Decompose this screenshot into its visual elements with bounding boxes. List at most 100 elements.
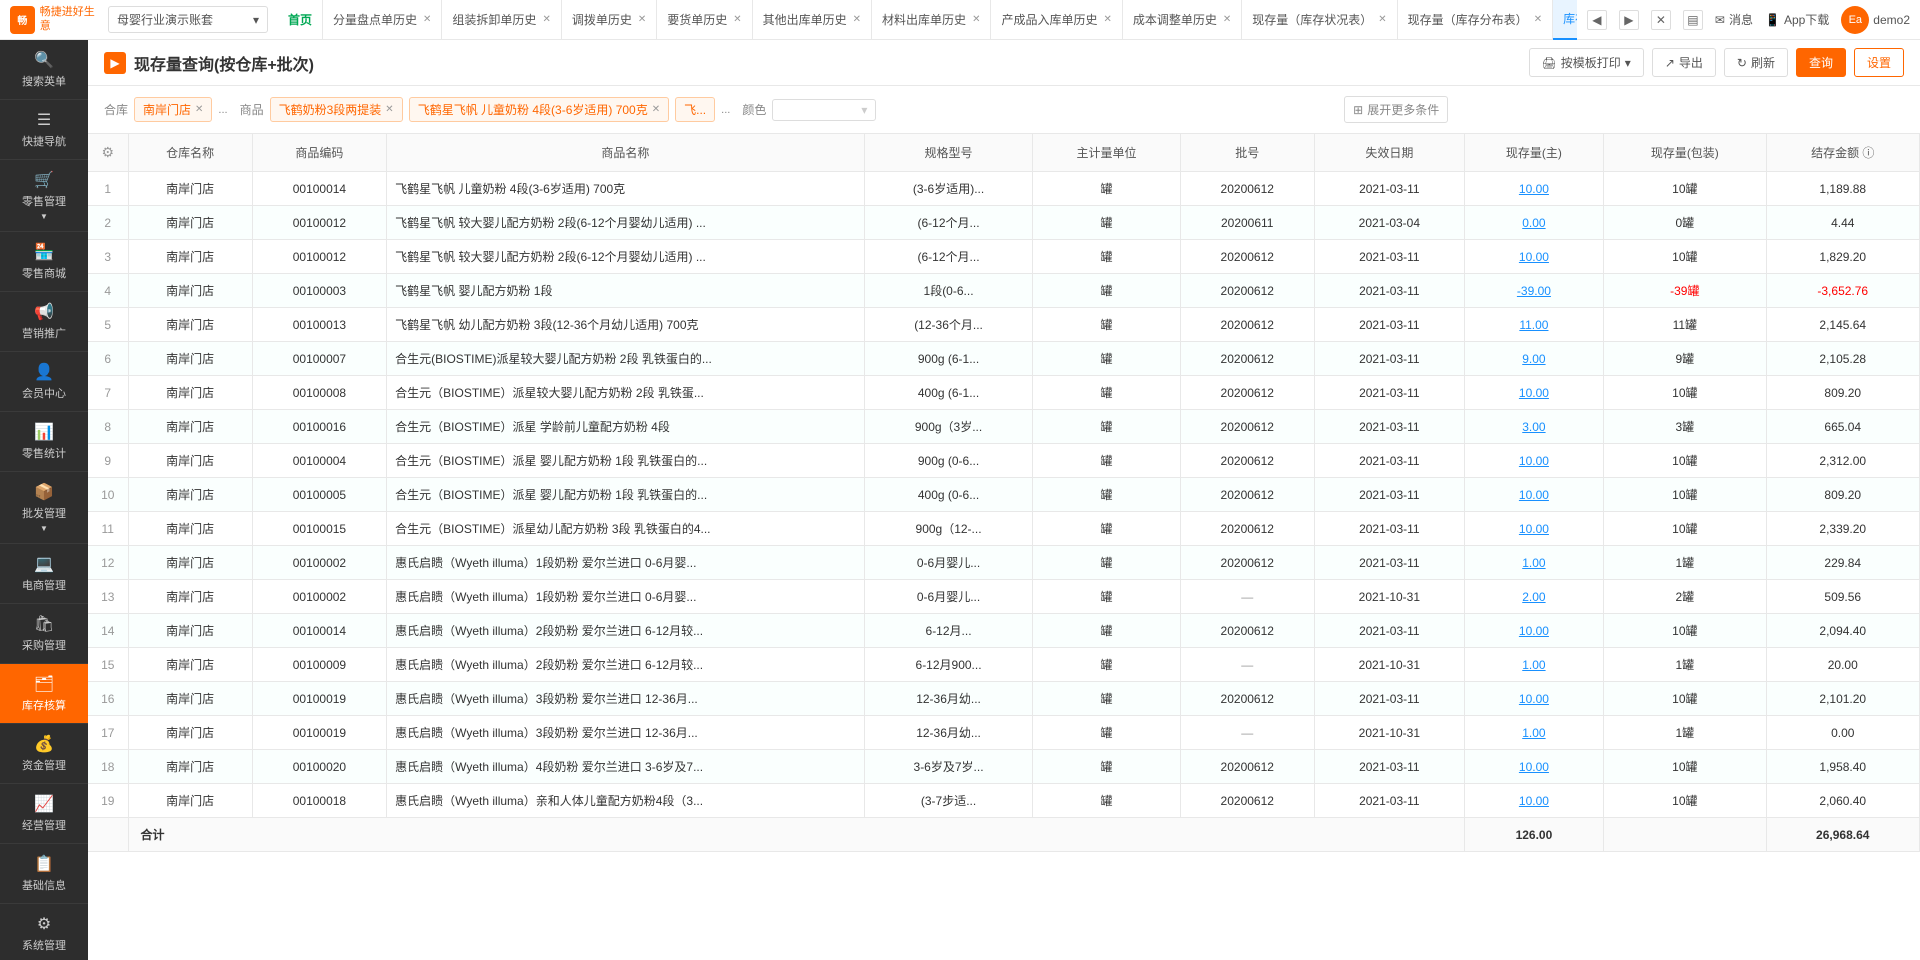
cell-spec: 1段(0-6... <box>864 274 1033 308</box>
sidebar-item-operation[interactable]: 📈 经营管理 <box>0 784 88 844</box>
stock-link[interactable]: 10.00 <box>1519 250 1549 264</box>
sidebar-item-finance[interactable]: 💰 资金管理 <box>0 724 88 784</box>
sidebar-item-marketing[interactable]: 📢 营销推广 <box>0 292 88 352</box>
stock-link[interactable]: 10.00 <box>1519 182 1549 196</box>
cell-amount: 229.84 <box>1766 546 1920 580</box>
sidebar-item-wholesale[interactable]: 📦 批发管理 ▼ <box>0 472 88 544</box>
sidebar-item-shortcut[interactable]: ☰ 快捷导航 <box>0 100 88 160</box>
industry-dropdown[interactable]: 母婴行业演示账套 ▾ <box>108 6 268 33</box>
tab-close-icon[interactable]: ✕ <box>423 14 431 25</box>
message-btn[interactable]: ✉ 消息 <box>1715 11 1753 28</box>
tab-xianzai1[interactable]: 现存量（库存状况表） ✕ <box>1242 0 1397 40</box>
stock-link[interactable]: 10.00 <box>1519 488 1549 502</box>
stock-link[interactable]: 10.00 <box>1519 386 1549 400</box>
stock-link[interactable]: 10.00 <box>1519 522 1549 536</box>
cell-stock-pkg: -39罐 <box>1604 274 1766 308</box>
tab-zuhe[interactable]: 组装拆卸单历史 ✕ <box>442 0 561 40</box>
table-row: 8 南岸门店 00100016 合生元（BIOSTIME）派星 学龄前儿童配方奶… <box>88 410 1920 444</box>
cell-name: 惠氏启瞆（Wyeth illuma）1段奶粉 爱尔兰进口 0-6月婴... <box>387 546 865 580</box>
stock-link[interactable]: 1.00 <box>1522 556 1545 570</box>
tab-cailichu[interactable]: 材料出库单历史 ✕ <box>872 0 991 40</box>
tab-close-icon[interactable]: ✕ <box>1378 14 1386 25</box>
settings-btn[interactable]: 设置 <box>1854 48 1904 77</box>
table-row: 5 南岸门店 00100013 飞鹤星飞帆 幼儿配方奶粉 3段(12-36个月幼… <box>88 308 1920 342</box>
tab-fenban[interactable]: 分量盘点单历史 ✕ <box>323 0 442 40</box>
stock-link[interactable]: 10.00 <box>1519 692 1549 706</box>
sidebar-item-search[interactable]: 🔍 搜索英单 <box>0 40 88 100</box>
stock-link[interactable]: -39.00 <box>1517 284 1551 298</box>
stock-link[interactable]: 10.00 <box>1519 794 1549 808</box>
stock-link[interactable]: 1.00 <box>1522 726 1545 740</box>
color-input-field[interactable] <box>781 103 861 117</box>
tab-close-all-btn[interactable]: ✕ <box>1651 10 1671 30</box>
settings-icon[interactable]: ⚙ <box>101 144 114 160</box>
sidebar-item-stats[interactable]: 📊 零售统计 <box>0 412 88 472</box>
refresh-btn[interactable]: ↻ 刷新 <box>1724 48 1788 77</box>
query-btn[interactable]: 查询 <box>1796 48 1846 77</box>
stock-link[interactable]: 10.00 <box>1519 624 1549 638</box>
cell-stock-main: 10.00 <box>1464 376 1603 410</box>
tab-pizhepici[interactable]: 库存批次账 ✕ <box>1553 0 1577 40</box>
dash-value: — <box>1241 590 1253 604</box>
tab-close-icon[interactable]: ✕ <box>1223 14 1231 25</box>
stock-link[interactable]: 1.00 <box>1522 658 1545 672</box>
table-row: 16 南岸门店 00100019 惠氏启瞆（Wyeth illuma）3段奶粉 … <box>88 682 1920 716</box>
tab-qita[interactable]: 其他出库单历史 ✕ <box>753 0 872 40</box>
app-download-btn[interactable]: 📱 App下载 <box>1765 11 1829 28</box>
tab-close-icon[interactable]: ✕ <box>1103 14 1111 25</box>
table-row: 17 南岸门店 00100019 惠氏启瞆（Wyeth illuma）3段奶粉 … <box>88 716 1920 750</box>
row-number: 11 <box>88 512 128 546</box>
cell-unit: 罐 <box>1033 580 1180 614</box>
filter-tag-product2[interactable]: 飞鹤星飞帆 儿童奶粉 4段(3-6岁适用) 700克 ✕ <box>409 97 669 122</box>
tab-yaohuo[interactable]: 要货单历史 ✕ <box>657 0 752 40</box>
tab-close-icon[interactable]: ✕ <box>1534 14 1542 25</box>
cell-unit: 罐 <box>1033 648 1180 682</box>
user-area[interactable]: Ea demo2 <box>1841 6 1910 34</box>
sidebar-item-retailshop[interactable]: 🏪 零售商城 <box>0 232 88 292</box>
filter-product-more[interactable]: ... <box>721 104 730 116</box>
stock-link[interactable]: 0.00 <box>1522 216 1545 230</box>
sidebar-toggle-btn[interactable]: ▶ <box>104 52 126 74</box>
tab-home[interactable]: 首页 <box>278 0 323 40</box>
tab-close-icon[interactable]: ✕ <box>972 14 980 25</box>
tab-next-btn[interactable]: ▶ <box>1619 10 1639 30</box>
sidebar-item-system[interactable]: ⚙ 系统管理 <box>0 904 88 960</box>
tab-close-icon[interactable]: ✕ <box>853 14 861 25</box>
tab-chengben[interactable]: 成本调整单历史 ✕ <box>1123 0 1242 40</box>
filter-more-icon[interactable]: ... <box>218 104 227 116</box>
col-spec: 规格型号 <box>864 134 1033 172</box>
remove-filter-icon[interactable]: ✕ <box>652 104 660 115</box>
filter-tag-product3[interactable]: 飞... <box>675 97 715 122</box>
sidebar-item-purchase[interactable]: 🛍 采购管理 <box>0 604 88 664</box>
tab-menu-btn[interactable]: ▤ <box>1683 10 1703 30</box>
stock-link[interactable]: 3.00 <box>1522 420 1545 434</box>
tab-close-icon[interactable]: ✕ <box>733 14 741 25</box>
stock-link[interactable]: 2.00 <box>1522 590 1545 604</box>
filter-color-input[interactable]: ▾ <box>772 99 876 121</box>
sidebar-item-basic[interactable]: 📋 基础信息 <box>0 844 88 904</box>
tab-close-icon[interactable]: ✕ <box>638 14 646 25</box>
stock-link[interactable]: 11.00 <box>1519 318 1548 332</box>
cell-unit: 罐 <box>1033 750 1180 784</box>
cell-spec: (6-12个月... <box>864 240 1033 274</box>
tab-chanpinru[interactable]: 产成品入库单历史 ✕ <box>991 0 1122 40</box>
tab-close-icon[interactable]: ✕ <box>542 14 550 25</box>
sidebar-item-ecommerce[interactable]: 💻 电商管理 <box>0 544 88 604</box>
tab-xianzai2[interactable]: 现存量（库存分布表） ✕ <box>1398 0 1553 40</box>
tab-diaob[interactable]: 调拨单历史 ✕ <box>562 0 657 40</box>
sidebar-item-retail[interactable]: 🛒 零售管理 ▼ <box>0 160 88 232</box>
expand-conditions-btn[interactable]: ⊞ 展开更多条件 <box>1344 96 1448 123</box>
remove-filter-icon[interactable]: ✕ <box>385 104 393 115</box>
stock-link[interactable]: 10.00 <box>1519 760 1549 774</box>
stock-link[interactable]: 10.00 <box>1519 454 1549 468</box>
remove-filter-icon[interactable]: ✕ <box>195 104 203 115</box>
stock-link[interactable]: 9.00 <box>1522 352 1545 366</box>
export-btn[interactable]: ↗ 导出 <box>1652 48 1716 77</box>
sidebar-item-member[interactable]: 👤 会员中心 <box>0 352 88 412</box>
template-print-btn[interactable]: 🖨 按模板打印 ▾ <box>1529 48 1644 77</box>
filter-tag-warehouse[interactable]: 南岸门店 ✕ <box>134 97 212 122</box>
filter-tag-product1[interactable]: 飞鹤奶粉3段两提装 ✕ <box>270 97 403 122</box>
sidebar-item-inventory[interactable]: 🗂 库存核算 <box>0 664 88 724</box>
tab-prev-btn[interactable]: ◀ <box>1587 10 1607 30</box>
cell-batch: 20200612 <box>1180 342 1314 376</box>
